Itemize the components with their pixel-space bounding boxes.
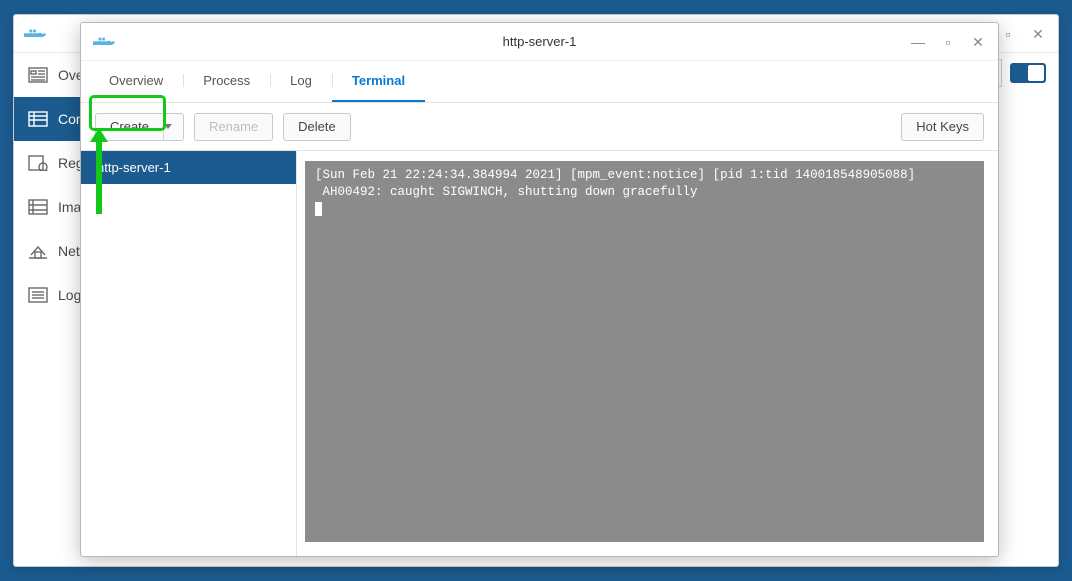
container-detail-window: http-server-1 — ▫ ✕ Overview Process Log…: [80, 22, 999, 557]
tab-log[interactable]: Log: [270, 61, 332, 102]
hotkeys-button[interactable]: Hot Keys: [901, 113, 984, 141]
terminal-line: [Sun Feb 21 22:24:34.384994 2021] [mpm_e…: [315, 168, 915, 182]
tab-label: Terminal: [352, 73, 405, 88]
log-icon: [28, 286, 48, 304]
rename-button[interactable]: Rename: [194, 113, 273, 141]
button-label: Rename: [209, 119, 258, 134]
button-label: Delete: [298, 119, 336, 134]
docker-icon: [93, 34, 115, 50]
tab-overview[interactable]: Overview: [89, 61, 183, 102]
modal-minimize-button[interactable]: —: [904, 31, 932, 53]
tab-process[interactable]: Process: [183, 61, 270, 102]
tab-label: Overview: [109, 73, 163, 88]
terminal-cursor: [315, 202, 322, 216]
delete-button[interactable]: Delete: [283, 113, 351, 141]
container-toggle[interactable]: [1010, 63, 1046, 83]
terminal-line: AH00492: caught SIGWINCH, shutting down …: [315, 185, 698, 199]
modal-title: http-server-1: [503, 34, 577, 49]
create-button[interactable]: Create: [95, 113, 184, 141]
tab-label: Process: [203, 73, 250, 88]
registry-icon: [28, 154, 48, 172]
modal-maximize-button[interactable]: ▫: [934, 31, 962, 53]
tab-terminal[interactable]: Terminal: [332, 61, 425, 102]
modal-titlebar: http-server-1 — ▫ ✕: [81, 23, 998, 61]
network-icon: [28, 242, 48, 260]
create-button-label: Create: [96, 114, 163, 140]
session-item[interactable]: http-server-1: [81, 151, 296, 184]
session-label: http-server-1: [97, 160, 171, 175]
bg-close-button[interactable]: ✕: [1024, 23, 1052, 45]
terminal-session-list: http-server-1: [81, 151, 297, 556]
container-icon: [28, 110, 48, 128]
tab-label: Log: [290, 73, 312, 88]
image-icon: [28, 198, 48, 216]
button-label: Hot Keys: [916, 119, 969, 134]
terminal-output[interactable]: [Sun Feb 21 22:24:34.384994 2021] [mpm_e…: [305, 161, 984, 542]
modal-close-button[interactable]: ✕: [964, 31, 992, 53]
tabs: Overview Process Log Terminal: [81, 61, 998, 103]
body-area: http-server-1 [Sun Feb 21 22:24:34.38499…: [81, 151, 998, 556]
toolbar: Create Rename Delete Hot Keys: [81, 103, 998, 151]
overview-icon: [28, 66, 48, 84]
create-dropdown-caret[interactable]: [163, 114, 183, 140]
docker-icon: [24, 26, 46, 42]
sidebar-item-label: Log: [58, 287, 81, 303]
